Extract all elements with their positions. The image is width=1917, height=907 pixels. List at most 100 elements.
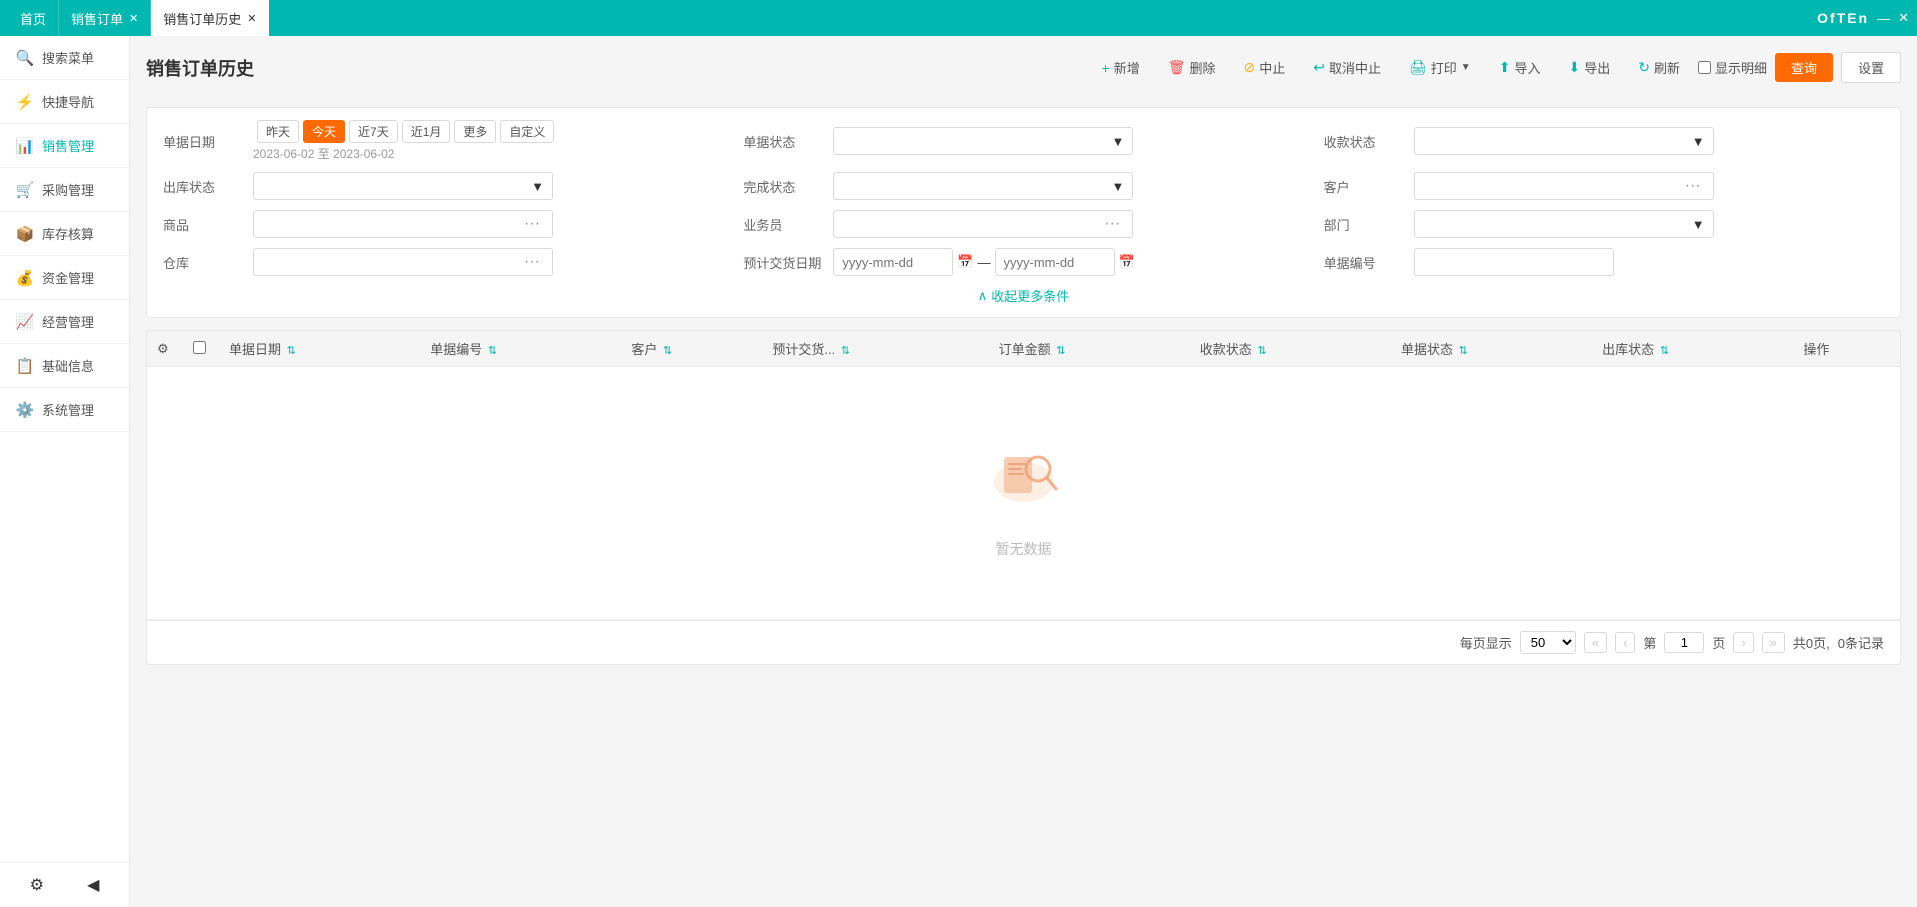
operation-col-label: 操作 [1803, 342, 1829, 357]
delete-button[interactable]: 🗑 删除 [1158, 53, 1226, 82]
empty-row: 暂无数据 [147, 367, 1900, 620]
bill-number-input[interactable] [1414, 248, 1614, 276]
table-header-out-status[interactable]: 出库状态 ⇅ [1592, 331, 1793, 367]
export-icon: ⬇ [1568, 59, 1580, 76]
sidebar-item-quick-nav[interactable]: ⚡ 快捷导航 [0, 80, 129, 124]
refresh-button[interactable]: ↻ 刷新 [1628, 53, 1690, 82]
sidebar-item-search-menu[interactable]: 🔍 搜索菜单 [0, 36, 129, 80]
page-number-input[interactable] [1664, 632, 1704, 653]
stop-button[interactable]: ⊘ 中止 [1234, 53, 1296, 82]
expected-date-start-input[interactable] [833, 248, 953, 276]
customer-dots-icon[interactable]: ··· [1681, 178, 1705, 194]
tab-home[interactable]: 首页 [8, 0, 59, 36]
date-btn-today[interactable]: 今天 [303, 120, 345, 143]
tab-sales-order-history[interactable]: 销售订单历史 ✕ [151, 0, 269, 36]
product-dots-icon[interactable]: ··· [520, 216, 544, 232]
delete-icon: 🗑 [1168, 59, 1186, 76]
table-settings-icon[interactable]: ⚙ [157, 341, 169, 356]
sidebar-collapse-icon[interactable]: ◀ [87, 875, 99, 895]
table-header-order-amount[interactable]: 订单金额 ⇅ [989, 331, 1190, 367]
search-menu-icon: 🔍 [16, 49, 34, 67]
table-header-settings[interactable]: ⚙ [147, 331, 183, 367]
tab-sales-order[interactable]: 销售订单 ✕ [59, 0, 151, 36]
salesperson-dots-icon[interactable]: ··· [1100, 216, 1124, 232]
import-button[interactable]: ⬆ 导入 [1489, 53, 1551, 82]
filter-panel: 单据日期 昨天 今天 近7天 近1月 更多 自定义 2023-06-02 至 2… [146, 107, 1901, 318]
display-columns-checkbox[interactable] [1698, 61, 1711, 74]
complete-status-select[interactable]: ▼ [833, 172, 1133, 200]
out-status-select[interactable]: ▼ [253, 172, 553, 200]
collapse-label: 收起更多条件 [991, 286, 1069, 305]
export-button[interactable]: ⬇ 导出 [1558, 53, 1620, 82]
customer-select[interactable]: ··· [1414, 172, 1714, 200]
tab-sales-order-history-close[interactable]: ✕ [247, 12, 256, 25]
expected-delivery-col-label: 预计交货... [772, 342, 835, 357]
bill-status-select[interactable]: ▼ [833, 127, 1133, 155]
new-button[interactable]: + 新增 [1092, 53, 1150, 82]
sidebar-item-operations-mgmt[interactable]: 📈 经营管理 [0, 300, 129, 344]
tab-sales-order-close[interactable]: ✕ [129, 12, 138, 25]
next-page-button[interactable]: › [1733, 632, 1753, 653]
sidebar-item-sys-mgmt[interactable]: ⚙️ 系统管理 [0, 388, 129, 432]
refresh-label: 刷新 [1654, 58, 1680, 77]
bill-number-sort-icon: ⇅ [488, 345, 497, 357]
table-header-customer[interactable]: 客户 ⇅ [621, 331, 762, 367]
warehouse-select[interactable]: ··· [253, 248, 553, 276]
sidebar-item-purchase-mgmt[interactable]: 🛒 采购管理 [0, 168, 129, 212]
department-select[interactable]: ▼ [1414, 210, 1714, 238]
filter-row-1: 单据日期 昨天 今天 近7天 近1月 更多 自定义 2023-06-02 至 2… [163, 120, 1884, 162]
print-button[interactable]: 🖨 打印 ▼ [1399, 53, 1481, 82]
sidebar-item-sales-mgmt[interactable]: 📊 销售管理 [0, 124, 129, 168]
date-label: 单据日期 [163, 132, 253, 151]
bill-status-arrow: ▼ [1111, 134, 1124, 149]
filter-row-2: 出库状态 ▼ 完成状态 ▼ 客户 [163, 172, 1884, 200]
expected-date-end-input[interactable] [995, 248, 1115, 276]
last-page-button[interactable]: » [1762, 632, 1785, 653]
settings-button[interactable]: 设置 [1841, 52, 1901, 83]
first-page-button[interactable]: « [1584, 632, 1607, 653]
date-btn-more[interactable]: 更多 [454, 120, 496, 143]
sidebar-item-inventory-check[interactable]: 📦 库存核算 [0, 212, 129, 256]
sidebar-settings-icon[interactable]: ⚙ [30, 875, 44, 895]
table-select-all-checkbox[interactable] [193, 341, 206, 354]
query-button[interactable]: 查询 [1775, 53, 1833, 82]
cancel-stop-button[interactable]: ↩ 取消中止 [1303, 53, 1391, 82]
table-header-checkbox[interactable] [183, 331, 219, 367]
sidebar-item-basic-info[interactable]: 📋 基础信息 [0, 344, 129, 388]
date-btn-yesterday[interactable]: 昨天 [257, 120, 299, 143]
sidebar-bottom: ⚙ ◀ [0, 862, 129, 907]
calendar-icon-start[interactable]: 📅 [957, 254, 973, 270]
close-icon[interactable]: ✕ [1898, 10, 1909, 26]
calendar-icon-end[interactable]: 📅 [1119, 254, 1135, 270]
collapse-up-icon: ∧ [978, 288, 988, 304]
table-header-bill-status[interactable]: 单据状态 ⇅ [1391, 331, 1592, 367]
department-arrow: ▼ [1692, 217, 1705, 232]
bill-status-control: ▼ [833, 127, 1303, 155]
warehouse-dots-icon[interactable]: ··· [520, 254, 544, 270]
new-label: 新增 [1114, 58, 1140, 77]
table-header-bill-number[interactable]: 单据编号 ⇅ [420, 331, 621, 367]
date-btn-last1month[interactable]: 近1月 [402, 120, 451, 143]
table-header-bill-date[interactable]: 单据日期 ⇅ [219, 331, 420, 367]
collapse-row[interactable]: ∧ 收起更多条件 [163, 286, 1884, 305]
minimize-icon[interactable]: — [1877, 11, 1890, 26]
sidebar-item-finance-mgmt[interactable]: 💰 资金管理 [0, 256, 129, 300]
prev-page-button[interactable]: ‹ [1615, 632, 1635, 653]
date-range-text: 2023-06-02 至 2023-06-02 [253, 145, 554, 162]
table-header-payment-status[interactable]: 收款状态 ⇅ [1190, 331, 1391, 367]
product-select[interactable]: ··· [253, 210, 553, 238]
payment-status-select[interactable]: ▼ [1414, 127, 1714, 155]
table-header-operation: 操作 [1793, 331, 1900, 367]
display-columns-checkbox-label[interactable]: 显示明细 [1698, 58, 1767, 77]
page-size-label: 每页显示 [1460, 633, 1512, 652]
date-btn-custom[interactable]: 自定义 [500, 120, 554, 143]
date-btn-last7days[interactable]: 近7天 [349, 120, 398, 143]
table-header-expected-delivery[interactable]: 预计交货... ⇅ [762, 331, 988, 367]
salesperson-label: 业务员 [743, 215, 833, 234]
tab-sales-order-history-label: 销售订单历史 [163, 9, 241, 28]
customer-control: ··· [1414, 172, 1884, 200]
salesperson-select[interactable]: ··· [833, 210, 1133, 238]
order-amount-sort-icon: ⇅ [1056, 345, 1065, 357]
bill-number-col-label: 单据编号 [430, 342, 482, 357]
page-size-select[interactable]: 50 10 20 100 [1520, 631, 1576, 654]
